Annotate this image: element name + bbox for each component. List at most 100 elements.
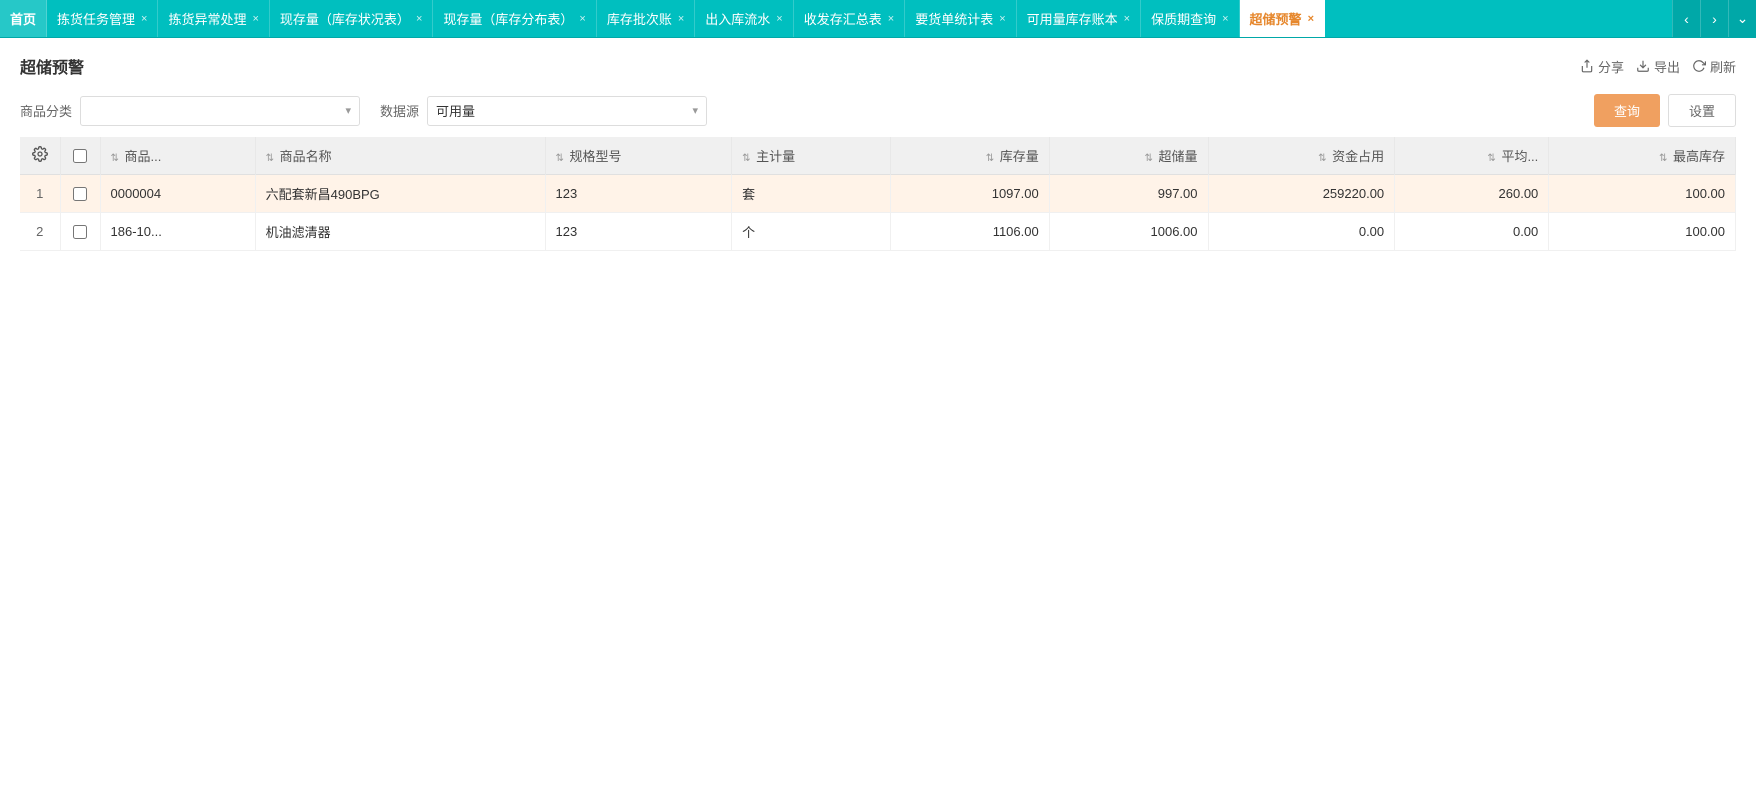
col-overstock[interactable]: ⇅ 超储量 bbox=[1049, 137, 1208, 175]
sort-icon: ⇅ bbox=[1659, 153, 1667, 164]
query-button[interactable]: 查询 bbox=[1594, 94, 1660, 127]
close-icon[interactable]: × bbox=[1222, 13, 1228, 25]
datasource-label: 数据源 bbox=[380, 101, 419, 120]
category-label: 商品分类 bbox=[20, 101, 72, 120]
close-icon[interactable]: × bbox=[999, 13, 1005, 25]
col-spec[interactable]: ⇅ 规格型号 bbox=[545, 137, 732, 175]
sort-icon: ⇅ bbox=[266, 153, 274, 164]
select-all-checkbox[interactable] bbox=[73, 149, 87, 163]
close-icon[interactable]: × bbox=[252, 13, 258, 25]
col-stock[interactable]: ⇅ 库存量 bbox=[890, 137, 1049, 175]
export-button[interactable]: 导出 bbox=[1636, 57, 1680, 76]
nav-tab-6[interactable]: 出入库流水 × bbox=[695, 0, 793, 37]
gear-icon bbox=[32, 146, 48, 162]
datasource-filter: 数据源 可用量 ▾ bbox=[380, 96, 707, 126]
row-overstock: 997.00 bbox=[1049, 175, 1208, 213]
nav-tab-9[interactable]: 可用量库存账本 × bbox=[1017, 0, 1141, 37]
header-actions: 分享 导出 刷新 bbox=[1580, 57, 1736, 76]
close-icon[interactable]: × bbox=[776, 13, 782, 25]
col-settings[interactable] bbox=[20, 137, 60, 175]
filter-buttons: 查询 设置 bbox=[1594, 94, 1736, 127]
row-capital: 259220.00 bbox=[1208, 175, 1395, 213]
category-filter: 商品分类 ▾ bbox=[20, 96, 360, 126]
export-icon bbox=[1636, 59, 1650, 73]
filter-row: 商品分类 ▾ 数据源 可用量 ▾ 查询 设置 bbox=[20, 94, 1736, 127]
col-max-stock[interactable]: ⇅ 最高库存 bbox=[1549, 137, 1736, 175]
row-avg: 0.00 bbox=[1395, 213, 1549, 251]
row-product-code: 186-10... bbox=[100, 213, 255, 251]
close-icon[interactable]: × bbox=[1308, 13, 1314, 25]
nav-tab-2[interactable]: 拣货异常处理 × bbox=[158, 0, 269, 37]
share-icon bbox=[1580, 59, 1594, 73]
row-max-stock: 100.00 bbox=[1549, 175, 1736, 213]
nav-home[interactable]: 首页 bbox=[0, 0, 47, 37]
nav-arrows: ‹ › ⌄ bbox=[1672, 0, 1756, 37]
table-row: 1 0000004 六配套新昌490BPG 123 套 1097.00 997.… bbox=[20, 175, 1736, 213]
row-stock: 1097.00 bbox=[890, 175, 1049, 213]
close-icon[interactable]: × bbox=[416, 13, 422, 25]
nav-tab-8[interactable]: 要货单统计表 × bbox=[905, 0, 1016, 37]
nav-tab-4[interactable]: 现存量（库存分布表） × bbox=[433, 0, 596, 37]
row-unit: 套 bbox=[732, 175, 891, 213]
nav-tab-7[interactable]: 收发存汇总表 × bbox=[794, 0, 905, 37]
settings-button[interactable]: 设置 bbox=[1668, 94, 1736, 127]
close-icon[interactable]: × bbox=[678, 13, 684, 25]
col-checkbox-header[interactable] bbox=[60, 137, 100, 175]
sort-icon: ⇅ bbox=[111, 153, 119, 164]
sort-icon: ⇅ bbox=[1318, 153, 1326, 164]
row-checkbox[interactable] bbox=[73, 225, 87, 239]
nav-tab-5[interactable]: 库存批次账 × bbox=[597, 0, 695, 37]
table-header-row: ⇅ 商品... ⇅ 商品名称 ⇅ 规格型号 ⇅ 主计量 ⇅ 库存量 bbox=[20, 137, 1736, 175]
close-icon[interactable]: × bbox=[888, 13, 894, 25]
sort-icon: ⇅ bbox=[1144, 153, 1152, 164]
nav-bar: 首页 拣货任务管理 × 拣货异常处理 × 现存量（库存状况表） × 现存量（库存… bbox=[0, 0, 1756, 38]
row-max-stock: 100.00 bbox=[1549, 213, 1736, 251]
row-avg: 260.00 bbox=[1395, 175, 1549, 213]
sort-icon: ⇅ bbox=[1487, 153, 1495, 164]
row-product-code: 0000004 bbox=[100, 175, 255, 213]
nav-menu-arrow[interactable]: ⌄ bbox=[1728, 0, 1756, 37]
nav-tab-10[interactable]: 保质期查询 × bbox=[1141, 0, 1239, 37]
close-icon[interactable]: × bbox=[1124, 13, 1130, 25]
row-product-name: 六配套新昌490BPG bbox=[255, 175, 545, 213]
sort-icon: ⇅ bbox=[986, 153, 994, 164]
nav-next-arrow[interactable]: › bbox=[1700, 0, 1728, 37]
page-header: 超储预警 分享 导出 刷新 bbox=[20, 54, 1736, 78]
row-overstock: 1006.00 bbox=[1049, 213, 1208, 251]
col-unit[interactable]: ⇅ 主计量 bbox=[732, 137, 891, 175]
table-row: 2 186-10... 机油滤清器 123 个 1106.00 1006.00 … bbox=[20, 213, 1736, 251]
row-unit: 个 bbox=[732, 213, 891, 251]
page-title: 超储预警 bbox=[20, 54, 84, 78]
col-capital[interactable]: ⇅ 资金占用 bbox=[1208, 137, 1395, 175]
row-checkbox[interactable] bbox=[73, 187, 87, 201]
data-table: ⇅ 商品... ⇅ 商品名称 ⇅ 规格型号 ⇅ 主计量 ⇅ 库存量 bbox=[20, 137, 1736, 251]
row-checkbox-cell[interactable] bbox=[60, 175, 100, 213]
sort-icon: ⇅ bbox=[742, 153, 750, 164]
category-select[interactable]: ▾ bbox=[80, 96, 360, 126]
col-product-name[interactable]: ⇅ 商品名称 bbox=[255, 137, 545, 175]
nav-prev-arrow[interactable]: ‹ bbox=[1672, 0, 1700, 37]
row-num: 1 bbox=[20, 175, 60, 213]
sort-icon: ⇅ bbox=[556, 153, 564, 164]
col-avg[interactable]: ⇅ 平均... bbox=[1395, 137, 1549, 175]
row-capital: 0.00 bbox=[1208, 213, 1395, 251]
share-button[interactable]: 分享 bbox=[1580, 57, 1624, 76]
close-icon[interactable]: × bbox=[141, 13, 147, 25]
refresh-icon bbox=[1692, 59, 1706, 73]
nav-tab-1[interactable]: 拣货任务管理 × bbox=[47, 0, 158, 37]
col-product-code[interactable]: ⇅ 商品... bbox=[100, 137, 255, 175]
row-spec: 123 bbox=[545, 175, 732, 213]
refresh-button[interactable]: 刷新 bbox=[1692, 57, 1736, 76]
close-icon[interactable]: × bbox=[579, 13, 585, 25]
row-product-name: 机油滤清器 bbox=[255, 213, 545, 251]
nav-tab-3[interactable]: 现存量（库存状况表） × bbox=[270, 0, 433, 37]
chevron-down-icon: ▾ bbox=[345, 104, 351, 117]
nav-tab-11[interactable]: 超储预警 × bbox=[1240, 0, 1325, 37]
page-container: 超储预警 分享 导出 刷新 bbox=[0, 38, 1756, 800]
chevron-down-icon: ▾ bbox=[693, 104, 699, 117]
row-stock: 1106.00 bbox=[890, 213, 1049, 251]
datasource-select-value: 可用量 bbox=[436, 101, 475, 120]
row-checkbox-cell[interactable] bbox=[60, 213, 100, 251]
row-spec: 123 bbox=[545, 213, 732, 251]
datasource-select[interactable]: 可用量 ▾ bbox=[427, 96, 707, 126]
